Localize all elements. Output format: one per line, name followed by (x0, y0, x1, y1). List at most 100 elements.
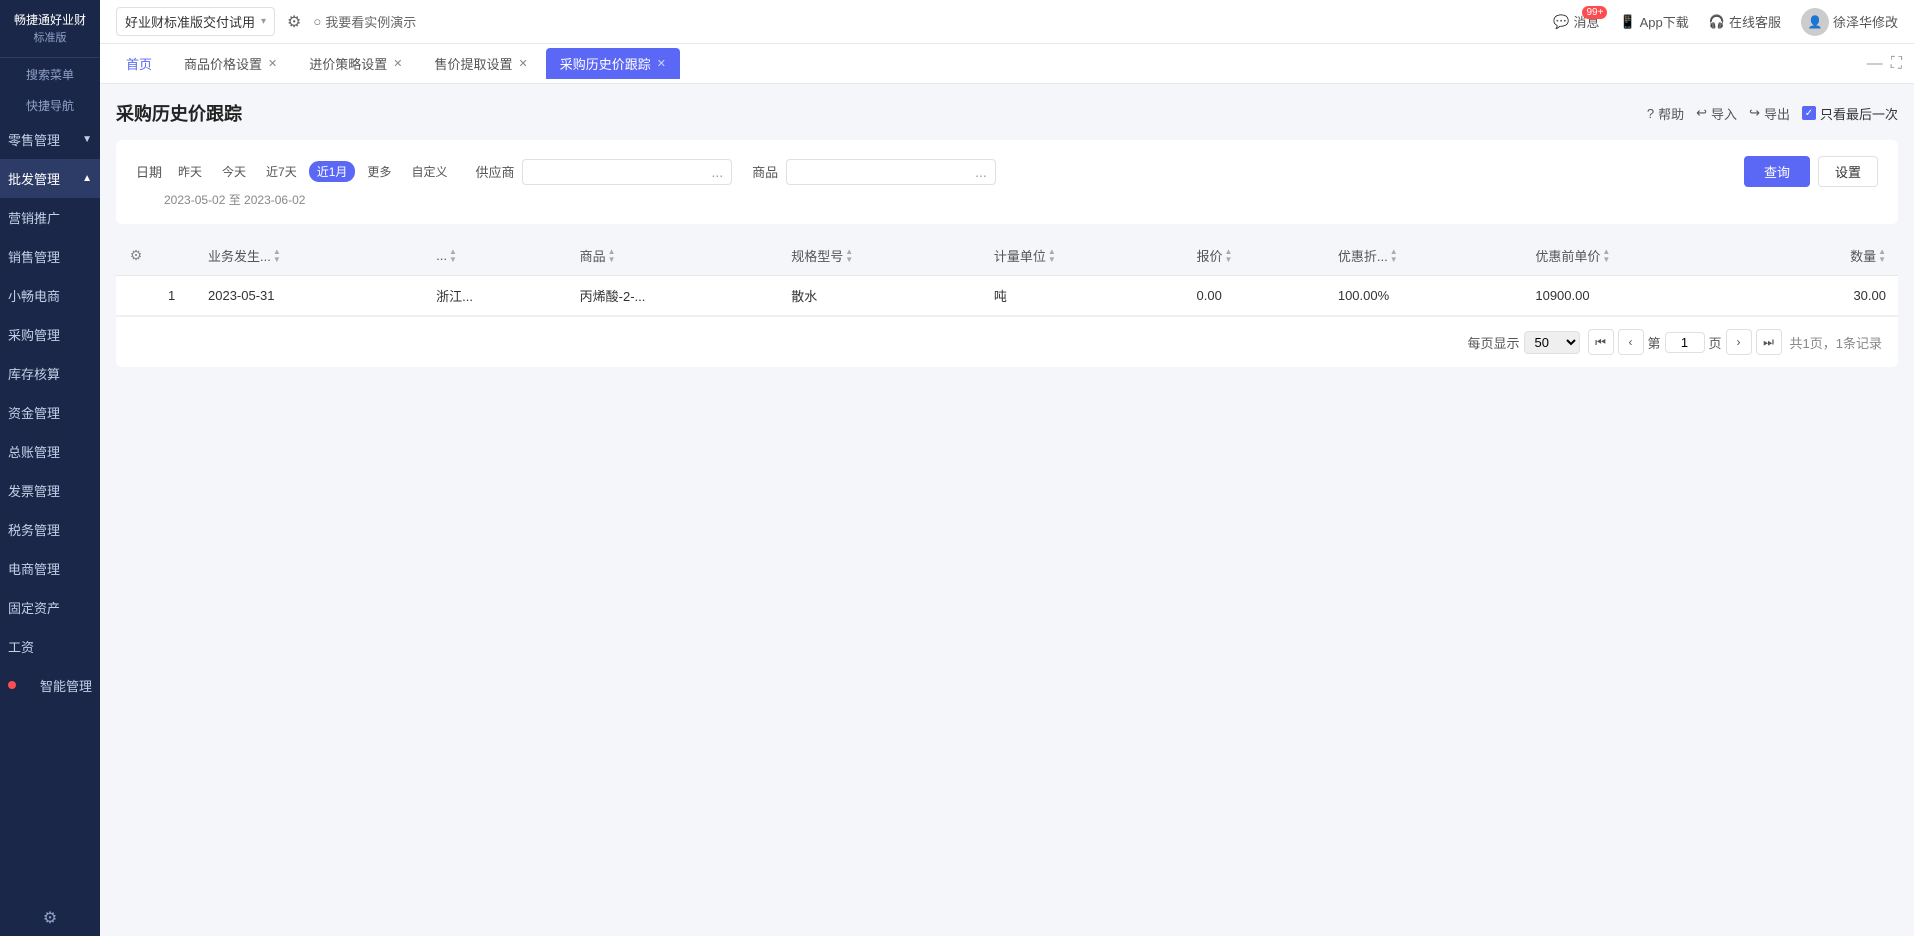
cell-date: 2023-05-31 (196, 276, 424, 316)
sidebar-item-ai[interactable]: 智能管理 (0, 666, 100, 705)
column-spec[interactable]: 规格型号 ▲▼ (779, 236, 982, 276)
chevron-down-icon: ▼ (82, 134, 92, 145)
sort-icon: ▲▼ (1878, 248, 1886, 264)
product-label: 商品 (752, 162, 778, 181)
sidebar-item-inventory[interactable]: 库存核算 (0, 354, 100, 393)
page-nav: ⏮ ‹ 第 页 › ⏭ (1588, 329, 1782, 355)
filter-buttons: 查询 设置 (1744, 156, 1878, 187)
per-page-select[interactable]: 50 100 200 (1524, 331, 1580, 354)
sidebar-item-assets[interactable]: 固定资产 (0, 588, 100, 627)
prev-page-button[interactable]: ‹ (1618, 329, 1644, 355)
only-last-toggle[interactable]: ✓ 只看最后一次 (1802, 104, 1898, 123)
first-page-button[interactable]: ⏮ (1588, 329, 1614, 355)
user-menu[interactable]: 👤 徐泽华修改 (1801, 8, 1898, 36)
sort-icon: ▲▼ (273, 248, 281, 264)
sidebar-item-ecommerce[interactable]: 电商管理 (0, 549, 100, 588)
next-page-button[interactable]: › (1726, 329, 1752, 355)
sort-icon: ▲▼ (1225, 248, 1233, 264)
tab-price[interactable]: 商品价格设置 ✕ (170, 48, 291, 79)
column-price[interactable]: 报价 ▲▼ (1185, 236, 1326, 276)
date-pills: 昨天 今天 近7天 近1月 更多 自定义 (170, 161, 455, 182)
column-date[interactable]: 业务发生... ▲▼ (196, 236, 424, 276)
sidebar-item-finance[interactable]: 资金管理 (0, 393, 100, 432)
sidebar-item-retail[interactable]: 零售管理 ▼ (0, 120, 100, 159)
column-quantity[interactable]: 数量 ▲▼ (1757, 236, 1898, 276)
page-input[interactable] (1665, 332, 1705, 353)
demo-link[interactable]: ○ 我要看实例演示 (313, 12, 416, 31)
product-input-wrap: ... (786, 159, 996, 185)
sort-icon: ▲▼ (1048, 248, 1056, 264)
column-unit[interactable]: 计量单位 ▲▼ (982, 236, 1185, 276)
supplier-label: 供应商 (475, 162, 514, 181)
date-today[interactable]: 今天 (214, 161, 254, 182)
sidebar-item-marketing[interactable]: 营销推广 (0, 198, 100, 237)
date-more[interactable]: 更多 (359, 161, 399, 182)
date-7days[interactable]: 近7天 (258, 161, 305, 182)
supplier-input-wrap: ... (522, 159, 732, 185)
gear-icon[interactable]: ⚙ (130, 247, 143, 263)
tab-strategy[interactable]: 进价策略设置 ✕ (295, 48, 416, 79)
expand-icon[interactable]: ⛶ (1891, 55, 1902, 73)
filter-area: 日期 昨天 今天 近7天 近1月 更多 自定义 供应商 ... (116, 140, 1898, 224)
query-button[interactable]: 查询 (1744, 156, 1810, 187)
sidebar-item-ledger[interactable]: 总账管理 (0, 432, 100, 471)
close-icon[interactable]: ✕ (519, 57, 528, 70)
avatar: 👤 (1801, 8, 1829, 36)
supplier-input[interactable] (531, 164, 707, 179)
close-icon[interactable]: ✕ (657, 57, 666, 70)
column-discount[interactable]: 优惠折... ▲▼ (1326, 236, 1524, 276)
phone-icon: 📱 (1619, 14, 1635, 30)
version-selector[interactable]: 好业财标准版交付试用 ▾ (116, 7, 275, 36)
logo-title: 畅捷通好业财 (8, 12, 92, 29)
tab-home[interactable]: 首页 (112, 48, 166, 79)
close-icon[interactable]: ✕ (268, 57, 277, 70)
page-unit: 页 (1709, 333, 1722, 352)
table-wrapper: ⚙ 业务发生... ▲▼ ... (116, 236, 1898, 316)
sidebar-item-invoice[interactable]: 发票管理 (0, 471, 100, 510)
search-menu[interactable]: 搜索菜单 (0, 58, 100, 91)
date-filter: 日期 昨天 今天 近7天 近1月 更多 自定义 (136, 161, 455, 182)
sort-icon: ▲▼ (608, 248, 616, 264)
sidebar-item-sales[interactable]: 销售管理 (0, 237, 100, 276)
product-dots[interactable]: ... (975, 164, 987, 180)
sidebar-item-salary[interactable]: 工资 (0, 627, 100, 666)
messages-button[interactable]: 💬 消息 99+ (1553, 12, 1599, 31)
date-custom[interactable]: 自定义 (403, 161, 455, 182)
date-yesterday[interactable]: 昨天 (170, 161, 210, 182)
online-service-button[interactable]: 🎧 在线客服 (1709, 12, 1781, 31)
sort-icon: ▲▼ (1602, 248, 1610, 264)
sidebar-item-tax[interactable]: 税务管理 (0, 510, 100, 549)
close-icon[interactable]: ✕ (393, 57, 402, 70)
sidebar-item-purchase[interactable]: 采购管理 (0, 315, 100, 354)
product-input[interactable] (795, 164, 971, 179)
tab-extract[interactable]: 售价提取设置 ✕ (420, 48, 541, 79)
page-size-selector: 每页显示 50 100 200 (1467, 331, 1579, 354)
supplier-dots[interactable]: ... (711, 164, 723, 180)
cell-product: 丙烯酸-2-... (568, 276, 780, 316)
supplier-filter: 供应商 ... (475, 159, 732, 185)
date-1month[interactable]: 近1月 (309, 161, 356, 182)
tab-history[interactable]: 采购历史价跟踪 ✕ (546, 48, 680, 79)
sidebar-item-ecommerce-small[interactable]: 小畅电商 (0, 276, 100, 315)
sidebar-item-wholesale[interactable]: 批发管理 ▲ (0, 159, 100, 198)
column-more[interactable]: ... ▲▼ (424, 236, 567, 276)
app-logo: 畅捷通好业财 标准版 (0, 0, 100, 58)
help-button[interactable]: ? 帮助 (1647, 104, 1684, 123)
quick-nav[interactable]: 快捷导航 (0, 91, 100, 120)
cell-spec: 散水 (779, 276, 982, 316)
product-filter: 商品 ... (752, 159, 996, 185)
tab-controls: — ⛶ (1867, 55, 1902, 73)
last-page-button[interactable]: ⏭ (1756, 329, 1782, 355)
settings-icon[interactable]: ⚙ (287, 12, 301, 32)
data-table: ⚙ 业务发生... ▲▼ ... (116, 236, 1898, 367)
export-button[interactable]: ↪ 导出 (1749, 104, 1790, 123)
column-product[interactable]: 商品 ▲▼ (568, 236, 780, 276)
import-button[interactable]: ↩ 导入 (1696, 104, 1737, 123)
app-download-button[interactable]: 📱 App下载 (1619, 12, 1688, 31)
minimize-icon[interactable]: — (1867, 55, 1883, 73)
column-unit-price[interactable]: 优惠前单价 ▲▼ (1523, 236, 1756, 276)
cell-price: 0.00 (1185, 276, 1326, 316)
logo-subtitle: 标准版 (8, 29, 92, 45)
settings-icon[interactable]: ⚙ (43, 910, 57, 927)
settings-button[interactable]: 设置 (1818, 156, 1878, 187)
